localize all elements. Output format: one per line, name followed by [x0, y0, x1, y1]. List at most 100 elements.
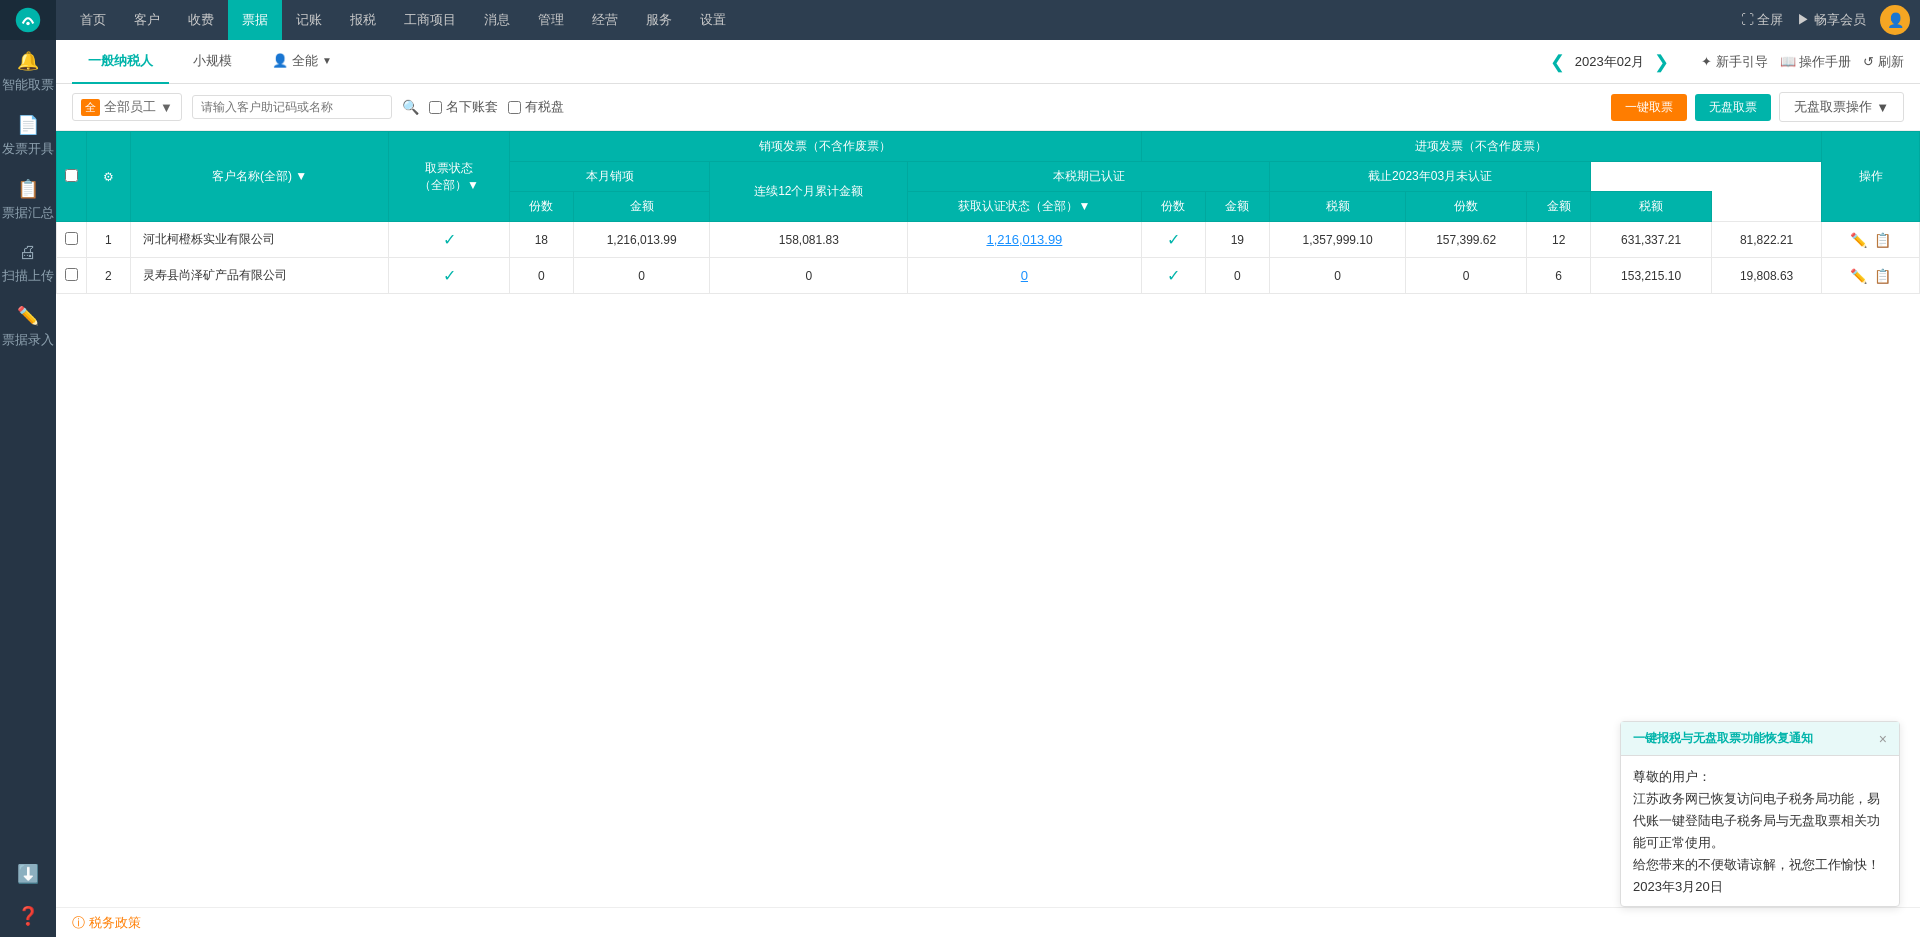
nav-business[interactable]: 工商项目	[390, 0, 470, 40]
sidebar-item-zhiqupiao[interactable]: 🔔 智能取票	[0, 40, 56, 104]
th-input-group: 进项发票（不含作废票）	[1141, 132, 1822, 162]
row-sales-amount: 0	[573, 258, 709, 294]
download-icon: ⬇️	[17, 863, 39, 885]
row-customer-name[interactable]: 河北柯橙栎实业有限公司	[130, 222, 388, 258]
filter-bar: 全 全部员工 ▼ 🔍 名下账套 有税盘 一键取票 无盘取票 无盘取票操作 ▼	[56, 84, 1920, 131]
sidebar-item-kaiju[interactable]: 📄 发票开具	[0, 104, 56, 168]
tab-bar: 一般纳税人 小规模 👤 全能 ▼ ❮ 2023年02月 ❯ ✦ 新手引导 📖 操…	[56, 40, 1920, 84]
employee-badge: 全	[81, 99, 100, 116]
user-avatar[interactable]: 👤	[1880, 5, 1910, 35]
tax-policy-link[interactable]: ⓘ 税务政策	[72, 914, 141, 932]
th-checkbox	[57, 132, 87, 222]
nav-customer[interactable]: 客户	[120, 0, 174, 40]
row-status: ✓	[389, 222, 509, 258]
sidebar-item-ruku[interactable]: ✏️ 票据录入	[0, 295, 56, 359]
refresh-button[interactable]: ↺ 刷新	[1863, 53, 1904, 71]
sidebar-item-huizong[interactable]: 📋 票据汇总	[0, 168, 56, 232]
nav-message[interactable]: 消息	[470, 0, 524, 40]
nav-invoice[interactable]: 票据	[228, 0, 282, 40]
huizong-icon: 📋	[17, 178, 39, 200]
period-nav: ❮ 2023年02月 ❯	[1550, 53, 1669, 71]
select-all-checkbox[interactable]	[65, 169, 78, 182]
yijian-qupiao-button[interactable]: 一键取票	[1611, 94, 1687, 121]
nav-home[interactable]: 首页	[66, 0, 120, 40]
nav-tax[interactable]: 报税	[336, 0, 390, 40]
tab-small-scale[interactable]: 小规模	[177, 40, 248, 84]
row-cumulative[interactable]: 0	[908, 258, 1141, 294]
tab-general-taxpayer[interactable]: 一般纳税人	[72, 40, 169, 84]
ruku-icon: ✏️	[17, 305, 39, 327]
row-uncert-tax: 81,822.21	[1711, 222, 1821, 258]
row-checkbox[interactable]	[57, 222, 87, 258]
th-cumulative: 连续12个月累计金额	[710, 162, 908, 222]
search-input[interactable]	[192, 95, 392, 119]
sidebar-item-download[interactable]: ⬇️	[0, 853, 56, 895]
edit-icon[interactable]: ✏️	[1850, 268, 1867, 284]
row-cert-count: 0	[1205, 258, 1269, 294]
tab-actions: ✦ 新手引导 📖 操作手册 ↺ 刷新	[1701, 53, 1904, 71]
th-sales-count: 份数	[509, 192, 573, 222]
period-next-button[interactable]: ❯	[1654, 53, 1669, 71]
row-cert-status: ✓	[1141, 258, 1205, 294]
mingxia-checkbox[interactable]: 名下账套	[429, 98, 498, 116]
member-button[interactable]: ▶ 畅享会员	[1797, 11, 1866, 29]
wupan-qupiao-button[interactable]: 无盘取票	[1695, 94, 1771, 121]
youpan-checkbox[interactable]: 有税盘	[508, 98, 564, 116]
manual-button[interactable]: 📖 操作手册	[1780, 53, 1852, 71]
table-row: 1 河北柯橙栎实业有限公司 ✓ 18 1,216,013.99 158,081.…	[57, 222, 1920, 258]
nav-service[interactable]: 服务	[632, 0, 686, 40]
help-icon: ❓	[17, 905, 39, 927]
row-cumulative[interactable]: 1,216,013.99	[908, 222, 1141, 258]
zhiqupiao-icon: 🔔	[17, 50, 39, 72]
employee-select[interactable]: 全 全部员工 ▼	[72, 93, 182, 121]
nav-manage[interactable]: 管理	[524, 0, 578, 40]
row-uncert-tax: 19,808.63	[1711, 258, 1821, 294]
row-checkbox[interactable]	[57, 258, 87, 294]
notice-panel-header: 一键报税与无盘取票功能恢复通知 ×	[1621, 722, 1899, 756]
bottom-bar: ⓘ 税务政策	[56, 907, 1920, 937]
notice-close-button[interactable]: ×	[1879, 731, 1887, 747]
th-uncert-amount: 金额	[1527, 192, 1591, 222]
fullscreen-button[interactable]: ⛶ 全屏	[1741, 11, 1784, 29]
row-uncert-amount: 153,215.10	[1591, 258, 1712, 294]
th-pickup-status: 取票状态（全部）▼	[389, 132, 509, 222]
sidebar: 🔔 智能取票 📄 发票开具 📋 票据汇总 🖨 扫描上传 ✏️ 票据录入 ⬇️ ❓	[0, 0, 56, 937]
nav-bookkeeping[interactable]: 记账	[282, 0, 336, 40]
copy-icon[interactable]: 📋	[1874, 268, 1891, 284]
row-cert-amount: 0	[1269, 258, 1405, 294]
svg-point-1	[26, 22, 30, 26]
th-sales-amount: 金额	[573, 192, 709, 222]
sidebar-item-scan[interactable]: 🖨 扫描上传	[0, 232, 56, 295]
nav-operation[interactable]: 经营	[578, 0, 632, 40]
row-cert-amount: 1,357,999.10	[1269, 222, 1405, 258]
row-customer-name[interactable]: 灵寿县尚泽矿产品有限公司	[130, 258, 388, 294]
kaiju-icon: 📄	[17, 114, 39, 136]
th-customer-name: 客户名称(全部) ▼	[130, 132, 388, 222]
th-monthly-sales: 本月销项	[509, 162, 710, 192]
th-sales-group: 销项发票（不含作废票）	[509, 132, 1141, 162]
sidebar-bottom: ⬇️ ❓	[0, 853, 56, 937]
sidebar-item-help[interactable]: ❓	[0, 895, 56, 937]
row-sales-count: 18	[509, 222, 573, 258]
row-uncert-count: 12	[1527, 222, 1591, 258]
nav-fee[interactable]: 收费	[174, 0, 228, 40]
row-sales-tax: 0	[710, 258, 908, 294]
row-cert-count: 19	[1205, 222, 1269, 258]
copy-icon[interactable]: 📋	[1874, 232, 1891, 248]
search-button[interactable]: 🔍	[402, 99, 419, 115]
table-row: 2 灵寿县尚泽矿产品有限公司 ✓ 0 0 0 0 ✓ 0 0 0 6 153,2…	[57, 258, 1920, 294]
ops-dropdown-button[interactable]: 无盘取票操作 ▼	[1779, 92, 1904, 122]
row-actions: ✏️ 📋	[1822, 222, 1920, 258]
th-cert-status: 获取认证状态（全部）▼	[908, 192, 1141, 222]
tab-all[interactable]: 👤 全能 ▼	[256, 40, 348, 84]
scan-icon: 🖨	[19, 242, 37, 263]
period-prev-button[interactable]: ❮	[1550, 53, 1565, 71]
nav-settings[interactable]: 设置	[686, 0, 740, 40]
logo[interactable]	[0, 0, 56, 40]
guide-button[interactable]: ✦ 新手引导	[1701, 53, 1768, 71]
th-uncert-count: 份数	[1406, 192, 1527, 222]
notice-panel: 一键报税与无盘取票功能恢复通知 × 尊敬的用户：江苏政务网已恢复访问电子税务局功…	[1620, 721, 1900, 907]
edit-icon[interactable]: ✏️	[1850, 232, 1867, 248]
row-status: ✓	[389, 258, 509, 294]
row-uncert-amount: 631,337.21	[1591, 222, 1712, 258]
